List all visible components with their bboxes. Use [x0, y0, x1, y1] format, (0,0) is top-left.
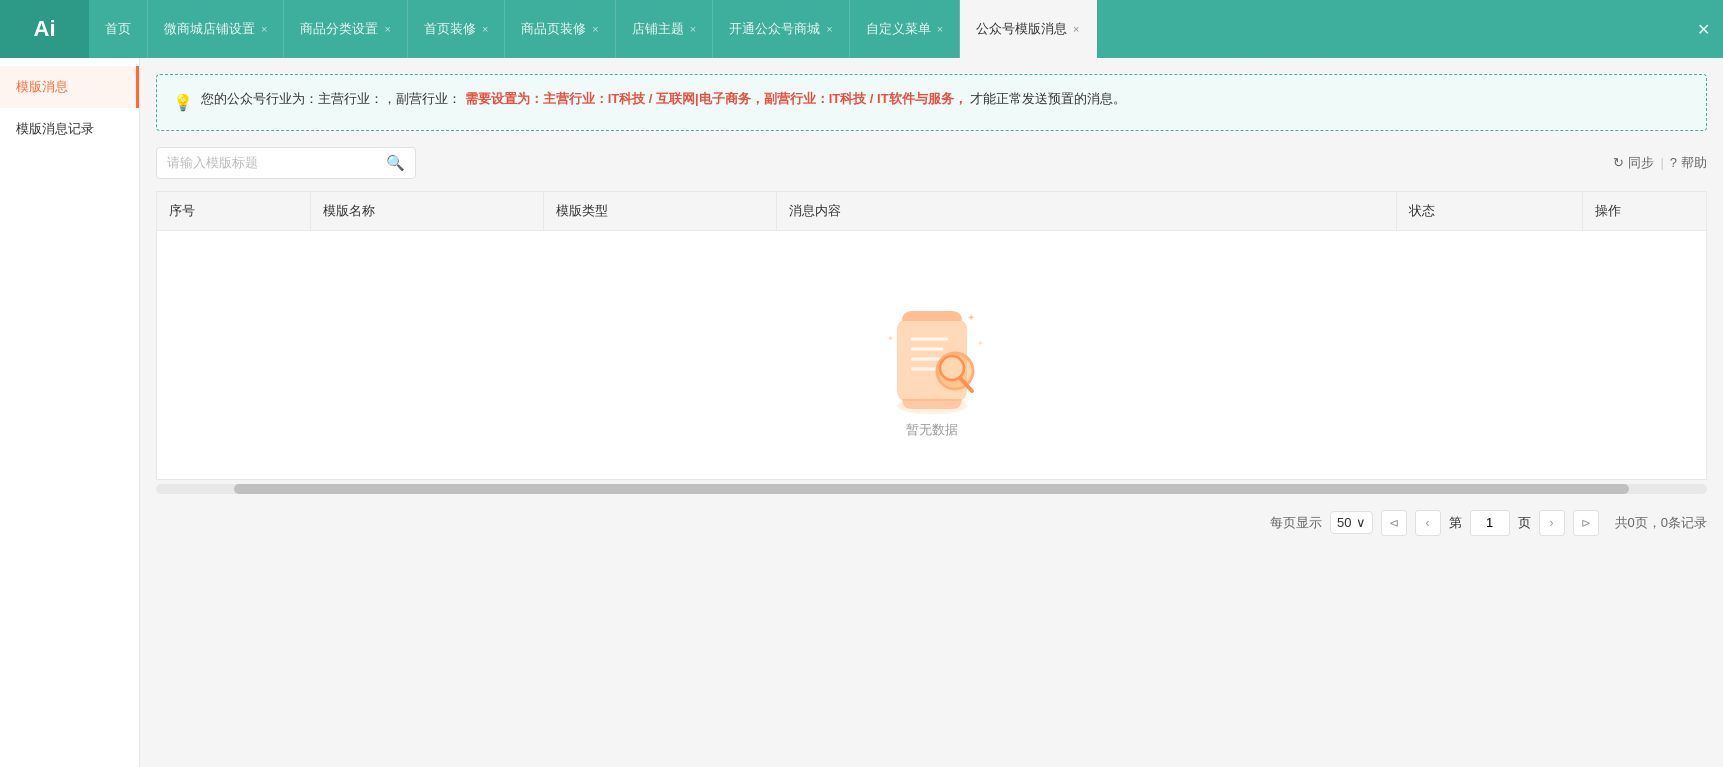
- first-page-button[interactable]: ⊲: [1381, 510, 1407, 536]
- notice-text: 您的公众号行业为：主营行业：，副营行业： 需要设置为：主营行业：IT科技 / 互…: [201, 89, 1126, 110]
- tab-label-home-decoration: 首页装修: [424, 20, 476, 38]
- tab-label-open-mp-shop: 开通公众号商城: [729, 20, 820, 38]
- tab-label-custom-menu: 自定义菜单: [866, 20, 931, 38]
- logo-text: Ai: [34, 16, 56, 42]
- tab-close-open-mp-shop[interactable]: ×: [826, 23, 832, 35]
- scrollbar-thumb[interactable]: [234, 484, 1630, 494]
- col-header-index: 序号: [157, 191, 311, 230]
- data-table: 序号模版名称模版类型消息内容状态操作: [156, 191, 1707, 480]
- col-header-name: 模版名称: [311, 191, 544, 230]
- help-label: 帮助: [1681, 154, 1707, 172]
- tab-label-mp-template-msg: 公众号模版消息: [976, 20, 1067, 38]
- nav-tab-shop-settings[interactable]: 微商城店铺设置 ×: [148, 0, 284, 58]
- page-label-before: 第: [1449, 514, 1462, 532]
- search-input[interactable]: [167, 155, 380, 170]
- total-info: 共0页，0条记录: [1615, 514, 1707, 532]
- col-header-content: 消息内容: [777, 191, 1397, 230]
- toolbar-right: ↻ 同步 | ? 帮助: [1613, 154, 1707, 172]
- tab-label-shop-theme: 店铺主题: [632, 20, 684, 38]
- main-layout: 模版消息模版消息记录 💡 您的公众号行业为：主营行业：，副营行业： 需要设置为：…: [0, 58, 1723, 767]
- next-page-button[interactable]: ›: [1539, 510, 1565, 536]
- col-header-type: 模版类型: [544, 191, 777, 230]
- horizontal-scrollbar[interactable]: [156, 484, 1707, 494]
- empty-illustration: ✦ ✦ ✦: [867, 291, 997, 421]
- page-size-select[interactable]: 50 ∨: [1330, 511, 1372, 534]
- sync-label: 同步: [1628, 154, 1654, 172]
- table-body: ✦ ✦ ✦ 暂无数据: [157, 230, 1707, 479]
- table-empty-row: ✦ ✦ ✦ 暂无数据: [157, 230, 1707, 479]
- help-button[interactable]: ? 帮助: [1670, 154, 1707, 172]
- nav-tab-product-decoration[interactable]: 商品页装修 ×: [505, 0, 615, 58]
- svg-point-6: [940, 356, 964, 380]
- search-input-wrap[interactable]: 🔍: [156, 147, 416, 179]
- search-bar: 🔍 ↻ 同步 | ? 帮助: [156, 147, 1707, 179]
- current-page-input[interactable]: [1470, 510, 1510, 536]
- tab-close-shop-settings[interactable]: ×: [261, 23, 267, 35]
- nav-tab-custom-menu[interactable]: 自定义菜单 ×: [850, 0, 960, 58]
- page-label-after: 页: [1518, 514, 1531, 532]
- svg-text:✦: ✦: [977, 339, 984, 348]
- notice-prefix: 您的公众号行业为：主营行业：，副营行业：: [201, 91, 461, 106]
- nav-tab-open-mp-shop[interactable]: 开通公众号商城 ×: [713, 0, 849, 58]
- col-header-action: 操作: [1583, 191, 1707, 230]
- tab-close-mp-template-msg[interactable]: ×: [1073, 23, 1079, 35]
- col-header-status: 状态: [1397, 191, 1583, 230]
- search-icon[interactable]: 🔍: [386, 154, 405, 172]
- tab-label-category-settings: 商品分类设置: [300, 20, 378, 38]
- nav-tab-category-settings[interactable]: 商品分类设置 ×: [284, 0, 407, 58]
- prev-page-button[interactable]: ‹: [1415, 510, 1441, 536]
- pagination-bar: 每页显示 50 ∨ ⊲ ‹ 第 页 › ⊳ 共0页，0条记录: [156, 502, 1707, 544]
- main-content: 💡 您的公众号行业为：主营行业：，副营行业： 需要设置为：主营行业：IT科技 /…: [140, 58, 1723, 767]
- nav-tab-mp-template-msg[interactable]: 公众号模版消息 ×: [960, 0, 1096, 58]
- sidebar-item-template-msg-log[interactable]: 模版消息记录: [0, 108, 139, 150]
- tab-close-home-decoration[interactable]: ×: [482, 23, 488, 35]
- notice-highlight: 需要设置为：主营行业：IT科技 / 互联网|电子商务，副营行业：IT科技 / I…: [465, 91, 967, 106]
- page-size-value: 50: [1337, 515, 1351, 530]
- sidebar-item-template-msg[interactable]: 模版消息: [0, 66, 139, 108]
- last-page-button[interactable]: ⊳: [1573, 510, 1599, 536]
- tab-close-custom-menu[interactable]: ×: [937, 23, 943, 35]
- nav-tabs-container: 首页微商城店铺设置×商品分类设置×首页装修×商品页装修×店铺主题×开通公众号商城…: [89, 0, 1683, 58]
- sidebar: 模版消息模版消息记录: [0, 58, 140, 767]
- tab-label-product-decoration: 商品页装修: [521, 20, 586, 38]
- table-header: 序号模版名称模版类型消息内容状态操作: [157, 191, 1707, 230]
- tab-close-shop-theme[interactable]: ×: [690, 23, 696, 35]
- top-navigation: Ai 首页微商城店铺设置×商品分类设置×首页装修×商品页装修×店铺主题×开通公众…: [0, 0, 1723, 58]
- help-icon: ?: [1670, 155, 1677, 170]
- svg-text:✦: ✦: [887, 334, 894, 343]
- sync-button[interactable]: ↻ 同步: [1613, 154, 1654, 172]
- nav-tab-home[interactable]: 首页: [89, 0, 148, 58]
- tab-label-home: 首页: [105, 20, 131, 38]
- sync-icon: ↻: [1613, 155, 1624, 170]
- tab-label-shop-settings: 微商城店铺设置: [164, 20, 255, 38]
- empty-state: ✦ ✦ ✦ 暂无数据: [157, 231, 1706, 479]
- bulb-icon: 💡: [173, 90, 193, 116]
- notice-banner: 💡 您的公众号行业为：主营行业：，副营行业： 需要设置为：主营行业：IT科技 /…: [156, 74, 1707, 131]
- app-logo: Ai: [0, 0, 89, 58]
- page-size-label: 每页显示: [1270, 514, 1322, 532]
- tab-close-category-settings[interactable]: ×: [384, 23, 390, 35]
- empty-text: 暂无数据: [906, 421, 958, 439]
- chevron-down-icon: ∨: [1356, 515, 1366, 530]
- close-all-button[interactable]: ✕: [1683, 0, 1723, 58]
- svg-text:✦: ✦: [967, 312, 975, 323]
- notice-suffix: 才能正常发送预置的消息。: [970, 91, 1126, 106]
- nav-tab-shop-theme[interactable]: 店铺主题 ×: [616, 0, 713, 58]
- table-header-row: 序号模版名称模版类型消息内容状态操作: [157, 191, 1707, 230]
- nav-tab-home-decoration[interactable]: 首页装修 ×: [408, 0, 505, 58]
- tab-close-product-decoration[interactable]: ×: [592, 23, 598, 35]
- toolbar-divider: |: [1660, 155, 1663, 170]
